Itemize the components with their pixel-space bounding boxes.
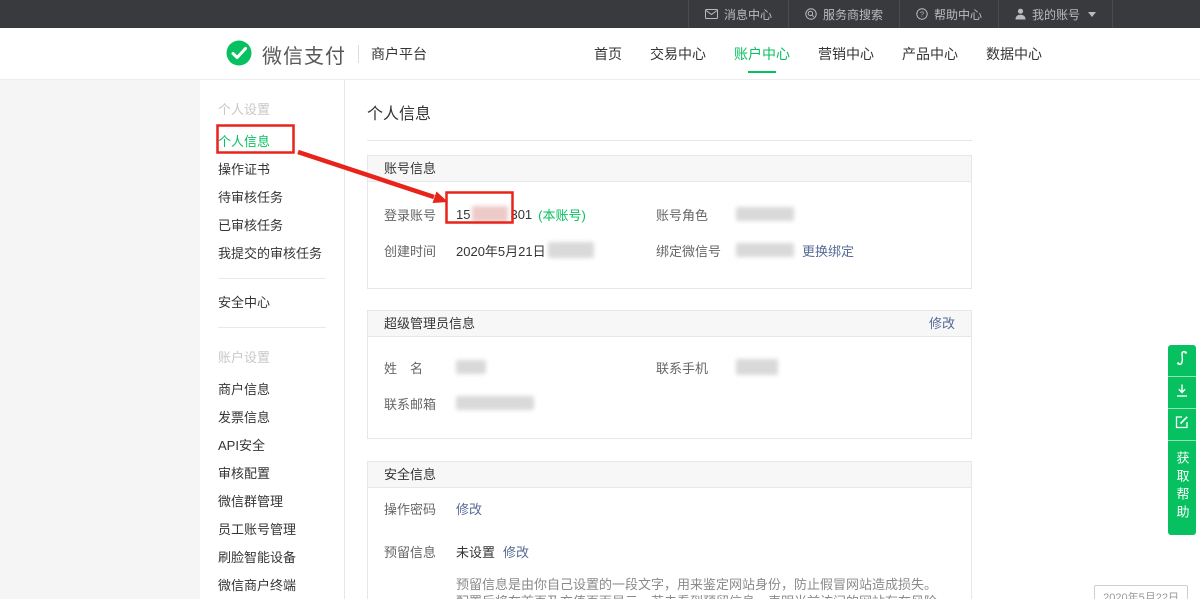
security-info-panel-header: 安全信息 [368,462,971,488]
sidebar-item-operation-certificate[interactable]: 操作证书 [218,156,344,184]
super-admin-panel: 超级管理员信息 修改 姓 名 联系手机 [367,310,972,439]
topbar-menu: 消息中心 服务商搜索 ? 帮助中心 我的账号 [688,0,1113,28]
brand-divider [358,45,359,63]
sidebar-item-personal-info[interactable]: 个人信息 [218,128,344,156]
redacted-phone [736,359,778,375]
sidebar-divider [218,278,326,279]
created-time-value: 2020年5月21日 [456,241,594,260]
topbar-item-my-account[interactable]: 我的账号 [998,0,1113,28]
chevron-down-icon [1088,12,1096,17]
download-button[interactable] [1168,377,1196,409]
current-account-note: (本账号) [538,205,586,224]
change-binding-link[interactable]: 更换绑定 [802,241,854,260]
panel-title: 安全信息 [384,462,436,487]
panel-title: 超级管理员信息 [384,311,475,336]
contact-phone-label: 联系手机 [656,358,736,377]
account-role-label: 账号角色 [656,205,736,224]
sidebar-item-staff-account-mgmt[interactable]: 员工账号管理 [218,516,344,544]
content-container: 个人设置 个人信息 操作证书 待审核任务 已审核任务 我提交的审核任务 安全中心… [200,80,1200,599]
floating-help-bar: 获取帮助 [1168,345,1196,535]
redacted-account-role [736,207,794,221]
account-info-panel-header: 账号信息 [368,156,971,182]
mail-icon [705,9,718,19]
edit-password-link[interactable]: 修改 [456,499,482,518]
topbar-item-label: 服务商搜索 [823,6,883,23]
search-icon [805,8,817,20]
nav-account-center[interactable]: 账户中心 [720,28,804,80]
get-help-label: 获取帮助 [1173,451,1192,523]
brand: 微信支付 商户平台 [224,28,427,80]
edit-reserved-info-link[interactable]: 修改 [503,542,529,561]
sidebar-item-face-devices[interactable]: 刷脸智能设备 [218,544,344,572]
sidebar-item-pending-review-tasks[interactable]: 待审核任务 [218,184,344,212]
sidebar-item-review-config[interactable]: 审核配置 [218,460,344,488]
topbar-item-label: 消息中心 [724,6,772,23]
edit-admin-link[interactable]: 修改 [929,311,955,336]
topbar-item-help[interactable]: ? 帮助中心 [899,0,998,28]
topbar-item-label: 帮助中心 [934,6,982,23]
created-time-label: 创建时间 [384,241,456,260]
main-nav: 首页 交易中心 账户中心 营销中心 产品中心 数据中心 [580,28,1056,80]
panel-title: 账号信息 [384,156,436,181]
security-info-panel: 安全信息 操作密码 修改 预留信息 未设置 修改 预留信息 [367,461,972,599]
redacted-created-time [548,242,594,258]
sidebar-item-api-security[interactable]: API安全 [218,432,344,460]
redacted-email [456,396,534,410]
sidebar: 个人设置 个人信息 操作证书 待审核任务 已审核任务 我提交的审核任务 安全中心… [200,80,345,599]
topbar-item-messages[interactable]: 消息中心 [688,0,788,28]
sidebar-section-personal-settings: 个人设置 [218,96,344,124]
nav-product-center[interactable]: 产品中心 [888,28,972,80]
feedback-button[interactable] [1168,409,1196,441]
sidebar-item-reviewed-tasks[interactable]: 已审核任务 [218,212,344,240]
user-icon [1015,8,1026,20]
sidebar-item-invoice-info[interactable]: 发票信息 [218,404,344,432]
header: 微信支付 商户平台 首页 交易中心 账户中心 营销中心 产品中心 数据中心 [0,28,1200,80]
topbar-item-sp-search[interactable]: 服务商搜索 [788,0,899,28]
wechat-pay-logo-icon [224,39,254,69]
sidebar-item-wechat-group-mgmt[interactable]: 微信群管理 [218,488,344,516]
link-icon [1175,350,1189,371]
login-account-label: 登录账号 [384,205,456,224]
topbar: 消息中心 服务商搜索 ? 帮助中心 我的账号 [0,0,1200,28]
super-admin-panel-header: 超级管理员信息 修改 [368,311,971,337]
sidebar-section-account-settings: 账户设置 [218,344,344,372]
redacted-login-middle [472,206,508,222]
quick-link-button[interactable] [1168,345,1196,377]
contact-email-label: 联系邮箱 [384,394,456,413]
nav-marketing-center[interactable]: 营销中心 [804,28,888,80]
sidebar-item-my-submitted-tasks[interactable]: 我提交的审核任务 [218,240,344,268]
sidebar-item-security-center[interactable]: 安全中心 [218,289,344,317]
login-account-value: 15 301 (本账号) [456,205,586,224]
sidebar-item-merchant-terminal[interactable]: 微信商户终端 [218,572,344,599]
page-title: 个人信息 [367,100,972,141]
download-icon [1175,383,1189,403]
nav-home[interactable]: 首页 [580,28,636,80]
account-info-panel: 账号信息 登录账号 15 301 (本账号) [367,155,972,289]
sidebar-divider [218,327,326,328]
redacted-bound-wechat [736,243,794,257]
name-label: 姓 名 [384,358,456,377]
help-icon: ? [916,8,928,20]
date-tooltip: 2020年5月22日 [1094,585,1188,599]
edit-icon [1175,415,1189,434]
main-content: 个人信息 账号信息 登录账号 15 30 [345,80,1200,599]
reserved-info-value: 未设置 [456,542,495,561]
sidebar-item-merchant-info[interactable]: 商户信息 [218,376,344,404]
nav-data-center[interactable]: 数据中心 [972,28,1056,80]
topbar-item-label: 我的账号 [1032,6,1080,23]
reserved-info-description: 预留信息是由你自己设置的一段文字，用来鉴定网站身份，防止假冒网站造成损失。 配置… [456,576,955,599]
redacted-name [456,360,486,374]
nav-transaction-center[interactable]: 交易中心 [636,28,720,80]
bound-wechat-label: 绑定微信号 [656,241,736,260]
page-background: 个人设置 个人信息 操作证书 待审核任务 已审核任务 我提交的审核任务 安全中心… [0,80,1200,599]
operation-password-label: 操作密码 [384,499,456,518]
platform-label: 商户平台 [371,44,427,64]
reserved-info-label: 预留信息 [384,542,456,561]
get-help-button[interactable]: 获取帮助 [1168,441,1196,535]
svg-text:?: ? [920,10,924,19]
brand-name: 微信支付 [262,40,346,69]
